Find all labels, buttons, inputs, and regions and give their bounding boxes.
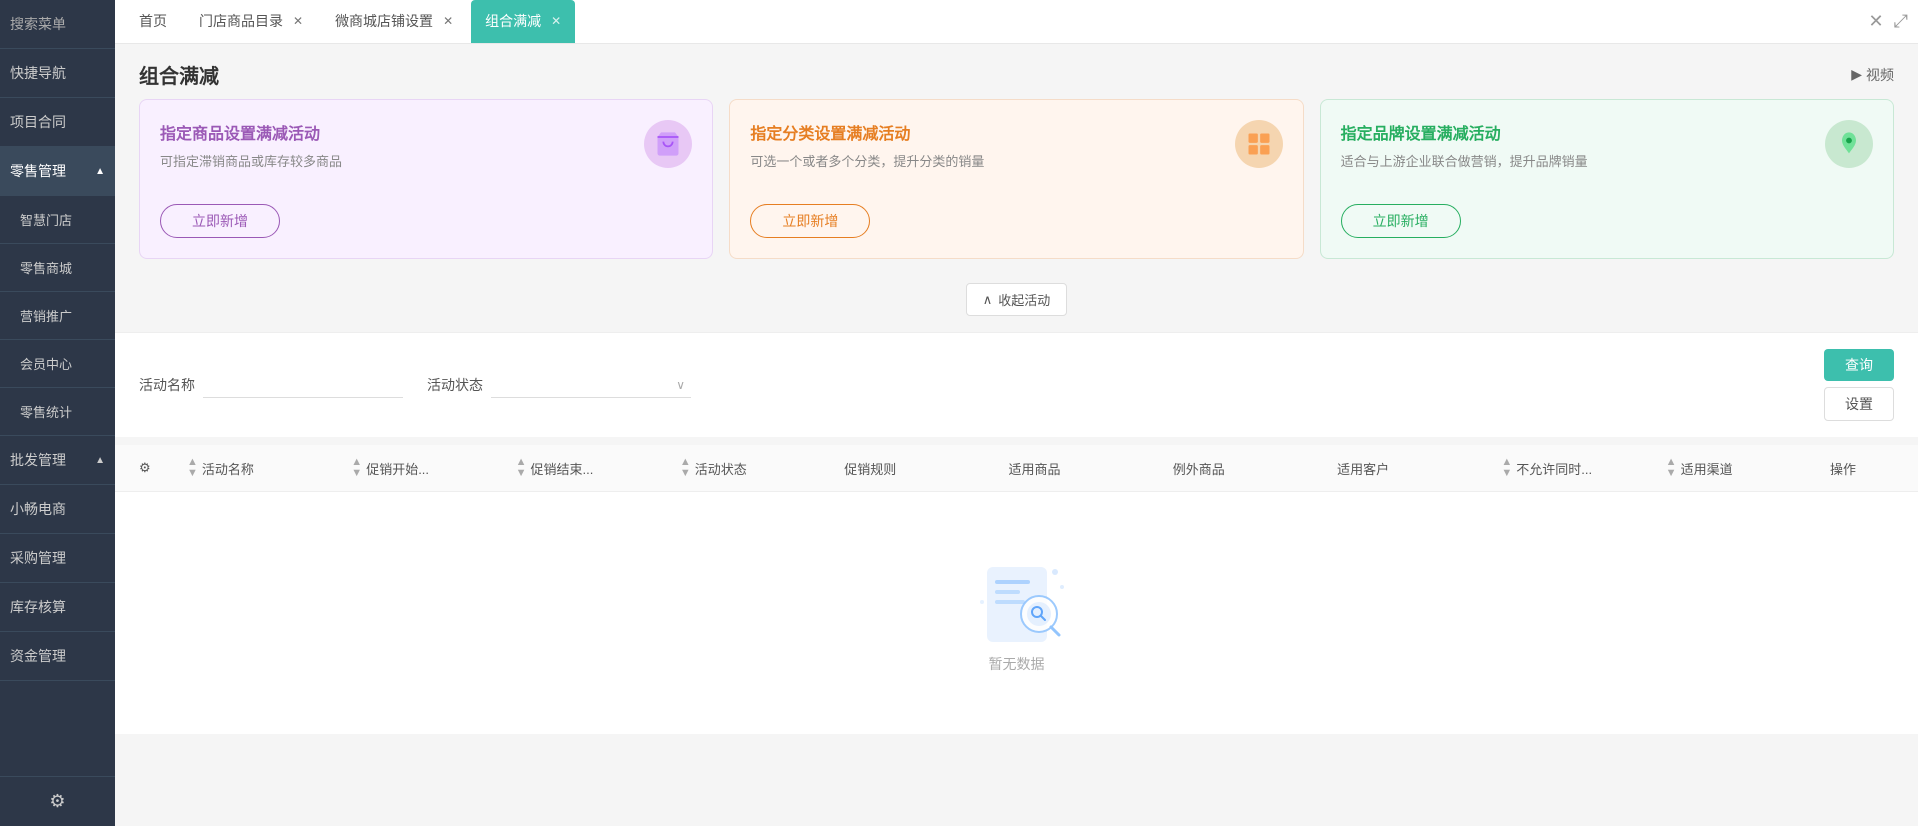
card-brand-icon (1825, 120, 1873, 168)
sidebar-search[interactable]: 搜索菜单 (0, 0, 115, 49)
th-settings[interactable]: ⚙ (131, 448, 179, 488)
close-product-catalog-icon[interactable]: ✕ (293, 14, 303, 28)
card-product: 指定商品设置满减活动 可指定滞销商品或库存较多商品 立即新增 (139, 99, 713, 259)
sidebar-item-retailstats[interactable]: 零售统计 (0, 388, 115, 436)
table-header: ⚙ ▲▼ 活动名称 ▲▼ 促销开始... ▲▼ 促销结束... ▲▼ 活动状态 (115, 445, 1918, 492)
filter-area: 活动名称 活动状态 ∨ 查询 设置 (115, 332, 1918, 437)
tab-wechat-store[interactable]: 微商城店铺设置 ✕ (321, 0, 467, 43)
card-brand: 指定品牌设置满减活动 适合与上游企业联合做营销，提升品牌销量 立即新增 (1320, 99, 1894, 259)
th-channel: ▲▼ 适用渠道 (1658, 445, 1822, 491)
th-status: ▲▼ 活动状态 (672, 445, 836, 491)
cards-area: 指定商品设置满减活动 可指定滞销商品或库存较多商品 立即新增 指定分类设置满减 (115, 99, 1918, 275)
query-button[interactable]: 查询 (1824, 349, 1894, 381)
filter-name-label: 活动名称 (139, 375, 195, 395)
sort-name-icon: ▲▼ (187, 457, 198, 479)
table-area: ⚙ ▲▼ 活动名称 ▲▼ 促销开始... ▲▼ 促销结束... ▲▼ 活动状态 (115, 445, 1918, 734)
sort-channel-icon: ▲▼ (1666, 457, 1677, 479)
empty-text: 暂无数据 (989, 654, 1045, 674)
page-content: 组合满减 ▶ 视频 指定商品设置满减活动 (115, 44, 1918, 826)
collapse-bar: ∧ 收起活动 (115, 275, 1918, 332)
sidebar: 搜索菜单 快捷导航 项目合同 零售管理 ▲ 智慧门店 零售商城 营销推广 会员中… (0, 0, 115, 826)
th-customers: 适用客户 (1329, 447, 1493, 490)
card-brand-title: 指定品牌设置满减活动 (1341, 120, 1873, 144)
card-category-title: 指定分类设置满减活动 (750, 120, 1282, 144)
card-product-btn[interactable]: 立即新增 (160, 204, 280, 238)
empty-illustration (967, 552, 1067, 642)
filter-name-item: 活动名称 (139, 373, 403, 398)
collapse-arrow-icon: ∧ (983, 292, 993, 308)
sidebar-item-contract[interactable]: 项目合同 (0, 98, 115, 147)
sidebar-item-retail[interactable]: 零售管理 ▲ (0, 147, 115, 196)
close-window-icon[interactable]: ✕ (1869, 11, 1884, 32)
tab-home[interactable]: 首页 (125, 0, 181, 43)
sidebar-item-members[interactable]: 会员中心 (0, 340, 115, 388)
card-product-desc: 可指定滞销商品或库存较多商品 (160, 152, 692, 172)
tab-product-catalog[interactable]: 门店商品目录 ✕ (185, 0, 317, 43)
sort-end-icon: ▲▼ (516, 457, 527, 479)
th-rule: 促销规则 (836, 447, 1000, 490)
sidebar-item-ecommerce[interactable]: 小畅电商 (0, 485, 115, 534)
collapse-button[interactable]: ∧ 收起活动 (966, 283, 1068, 316)
page-header: 组合满减 ▶ 视频 (115, 44, 1918, 99)
tabbar-actions: ✕ ⤢ (1869, 11, 1909, 32)
empty-state: 暂无数据 (115, 492, 1918, 734)
settings-button[interactable]: 设置 (1824, 387, 1894, 421)
close-wechat-store-icon[interactable]: ✕ (443, 14, 453, 28)
th-start: ▲▼ 促销开始... (343, 445, 507, 491)
th-end: ▲▼ 促销结束... (508, 445, 672, 491)
card-category-icon (1235, 120, 1283, 168)
card-product-icon (644, 120, 692, 168)
expand-window-icon[interactable]: ⤢ (1894, 11, 1908, 32)
filter-buttons: 查询 设置 (1824, 349, 1894, 421)
th-name: ▲▼ 活动名称 (179, 445, 343, 491)
video-link[interactable]: ▶ 视频 (1851, 65, 1894, 85)
sidebar-item-retailmall[interactable]: 零售商城 (0, 244, 115, 292)
card-brand-btn[interactable]: 立即新增 (1341, 204, 1461, 238)
main-content: 首页 门店商品目录 ✕ 微商城店铺设置 ✕ 组合满减 ✕ ✕ ⤢ 组合满减 ▶ … (115, 0, 1918, 826)
tabbar: 首页 门店商品目录 ✕ 微商城店铺设置 ✕ 组合满减 ✕ ✕ ⤢ (115, 0, 1918, 44)
th-exceptions: 例外商品 (1165, 447, 1329, 490)
sidebar-item-finance[interactable]: 资金管理 (0, 632, 115, 681)
th-action: 操作 (1822, 447, 1902, 490)
settings-icon[interactable]: ⚙ (0, 776, 115, 826)
play-icon: ▶ (1851, 66, 1862, 83)
expand-arrow-icon: ▲ (95, 166, 105, 177)
filter-status-select[interactable] (491, 373, 691, 398)
filter-status-select-wrapper: ∨ (491, 373, 691, 398)
wholesale-arrow-icon: ▲ (95, 455, 105, 466)
card-product-title: 指定商品设置满减活动 (160, 120, 692, 144)
table-settings-icon: ⚙ (139, 460, 151, 476)
sort-status-icon: ▲▼ (680, 457, 691, 479)
sidebar-item-quicknav[interactable]: 快捷导航 (0, 49, 115, 98)
card-brand-desc: 适合与上游企业联合做营销，提升品牌销量 (1341, 152, 1873, 172)
sidebar-item-inventory[interactable]: 库存核算 (0, 583, 115, 632)
filter-status-item: 活动状态 ∨ (427, 373, 691, 398)
page-title: 组合满减 (139, 60, 219, 89)
card-category-btn[interactable]: 立即新增 (750, 204, 870, 238)
sidebar-item-wholesale[interactable]: 批发管理 ▲ (0, 436, 115, 485)
filter-status-label: 活动状态 (427, 375, 483, 395)
sidebar-item-marketing[interactable]: 营销推广 (0, 292, 115, 340)
sidebar-item-smartstore[interactable]: 智慧门店 (0, 196, 115, 244)
sort-start-icon: ▲▼ (351, 457, 362, 479)
filter-name-input[interactable] (203, 373, 403, 398)
th-products: 适用商品 (1000, 447, 1164, 490)
card-category: 指定分类设置满减活动 可选一个或者多个分类，提升分类的销量 立即新增 (729, 99, 1303, 259)
card-category-desc: 可选一个或者多个分类，提升分类的销量 (750, 152, 1282, 172)
sort-noconflict-icon: ▲▼ (1501, 457, 1512, 479)
sidebar-item-purchase[interactable]: 采购管理 (0, 534, 115, 583)
th-noconflict: ▲▼ 不允许同时... (1493, 445, 1657, 491)
close-combo-discount-icon[interactable]: ✕ (551, 14, 561, 28)
tab-combo-discount[interactable]: 组合满减 ✕ (471, 0, 575, 43)
